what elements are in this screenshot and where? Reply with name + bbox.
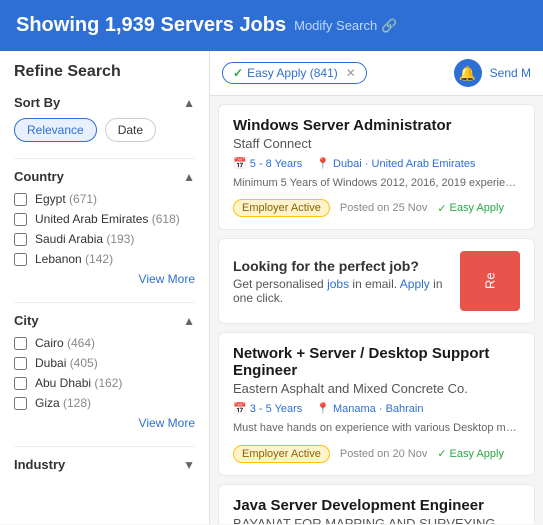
register-button[interactable]: Re [460,251,520,311]
country-item-lebanon: Lebanon (142) [14,252,195,266]
job-card-1: Windows Server Administrator Staff Conne… [218,104,535,230]
job-title-1[interactable]: Windows Server Administrator [233,117,520,134]
country-header: Country ▲ [14,169,195,184]
country-item-egypt: Egypt (671) [14,192,195,206]
sidebar-title: Refine Search [14,63,195,81]
jobs-link[interactable]: jobs [327,277,349,291]
country-checkbox-lebanon[interactable] [14,253,27,266]
easy-apply-tag-1[interactable]: ✓ Easy Apply [437,202,504,215]
send-me-label[interactable]: Send M [490,66,531,80]
city-section: City ▲ Cairo (464) Dubai (405) Abu Dhabi… [14,313,195,430]
calendar-icon-2: 📅 [233,402,247,415]
industry-header: Industry ▼ [14,457,195,472]
country-item-saudi: Saudi Arabia (193) [14,232,195,246]
job-card-2: Network + Server / Desktop Support Engin… [218,332,535,475]
check-icon: ✓ [233,66,243,80]
country-checkbox-saudi[interactable] [14,233,27,246]
job-footer-1: Employer Active Posted on 25 Nov ✓ Easy … [233,199,520,217]
job-company-1: Staff Connect [233,136,520,151]
city-checkbox-abudhabi[interactable] [14,377,27,390]
city-checkbox-giza[interactable] [14,397,27,410]
job-company-3: BAYANAT FOR MAPPING AND SURVEYING SERVIC… [233,516,520,524]
posted-date-2: Posted on 20 Nov [340,448,427,460]
job-title-3[interactable]: Java Server Development Engineer [233,497,520,514]
check-small-icon: ✓ [437,202,446,215]
country-checkbox-egypt[interactable] [14,193,27,206]
easy-apply-tag-2[interactable]: ✓ Easy Apply [437,447,504,460]
page-header: Showing 1,939 Servers Jobs Modify Search… [0,0,543,51]
sort-relevance-button[interactable]: Relevance [14,118,97,142]
main-layout: Refine Search Sort By ▲ Relevance Date C… [0,51,543,524]
city-checkbox-dubai[interactable] [14,357,27,370]
apply-link[interactable]: Apply [400,277,430,291]
pin-icon-2: 📍 [316,402,330,415]
sort-by-header: Sort By ▲ [14,95,195,110]
city-item-dubai: Dubai (405) [14,356,195,370]
sort-date-button[interactable]: Date [105,118,156,142]
calendar-icon: 📅 [233,157,247,170]
sort-by-section: Sort By ▲ Relevance Date [14,95,195,142]
job-desc-2: Must have hands on experience with vario… [233,421,520,436]
country-item-uae: United Arab Emirates (618) [14,212,195,226]
industry-section: Industry ▼ [14,457,195,472]
job-desc-1: Minimum 5 Years of Windows 2012, 2016, 2… [233,176,520,191]
filter-bar: ✓ Easy Apply (841) ✕ 🔔 Send M [210,51,543,96]
perfect-job-text: Looking for the perfect job? Get persona… [233,258,460,305]
job-footer-2: Employer Active Posted on 20 Nov ✓ Easy … [233,445,520,463]
job-meta-1: 📅 5 - 8 Years 📍 Dubai · United Arab Emir… [233,157,520,170]
industry-label: Industry [14,457,65,472]
country-checkbox-uae[interactable] [14,213,27,226]
job-meta-2: 📅 3 - 5 Years 📍 Manama · Bahrain [233,402,520,415]
perfect-job-subtitle: Get personalised jobs in email. Apply in… [233,277,460,305]
page-title: Showing 1,939 Servers Jobs [16,14,286,37]
city-checkbox-cairo[interactable] [14,337,27,350]
country-label: Country [14,169,64,184]
perfect-job-title: Looking for the perfect job? [233,258,460,274]
city-item-abudhabi: Abu Dhabi (162) [14,376,195,390]
check-small-icon-2: ✓ [437,447,446,460]
job-card-3: Java Server Development Engineer BAYANAT… [218,484,535,524]
city-item-giza: Giza (128) [14,396,195,410]
industry-chevron[interactable]: ▼ [183,458,195,472]
sort-by-label: Sort By [14,95,60,110]
job-title-2[interactable]: Network + Server / Desktop Support Engin… [233,345,520,379]
job-location-2: 📍 Manama · Bahrain [316,402,423,415]
job-company-2: Eastern Asphalt and Mixed Concrete Co. [233,381,520,396]
modify-search-link[interactable]: Modify Search 🔗 [294,18,397,34]
content-area: ✓ Easy Apply (841) ✕ 🔔 Send M Windows Se… [210,51,543,524]
posted-date-1: Posted on 25 Nov [340,202,427,214]
city-label: City [14,313,39,328]
sidebar: Refine Search Sort By ▲ Relevance Date C… [0,51,210,524]
employer-active-badge-2: Employer Active [233,445,330,463]
link-icon: 🔗 [381,18,397,34]
city-view-more[interactable]: View More [14,416,195,430]
sort-by-chevron[interactable]: ▲ [183,96,195,110]
country-view-more[interactable]: View More [14,272,195,286]
employer-active-badge-1: Employer Active [233,199,330,217]
city-item-cairo: Cairo (464) [14,336,195,350]
sort-by-options: Relevance Date [14,118,195,142]
chip-remove-icon[interactable]: ✕ [346,66,356,80]
pin-icon: 📍 [316,157,330,170]
country-chevron[interactable]: ▲ [183,170,195,184]
job-experience-1: 📅 5 - 8 Years [233,157,302,170]
bell-alert-button[interactable]: 🔔 [454,59,482,87]
country-section: Country ▲ Egypt (671) United Arab Emirat… [14,169,195,286]
job-location-1: 📍 Dubai · United Arab Emirates [316,157,475,170]
easy-apply-chip-label: Easy Apply (841) [247,66,338,80]
city-chevron[interactable]: ▲ [183,314,195,328]
city-header: City ▲ [14,313,195,328]
easy-apply-filter-chip[interactable]: ✓ Easy Apply (841) ✕ [222,62,367,84]
bell-icon: 🔔 [459,65,476,82]
job-experience-2: 📅 3 - 5 Years [233,402,302,415]
perfect-job-card: Looking for the perfect job? Get persona… [218,238,535,324]
